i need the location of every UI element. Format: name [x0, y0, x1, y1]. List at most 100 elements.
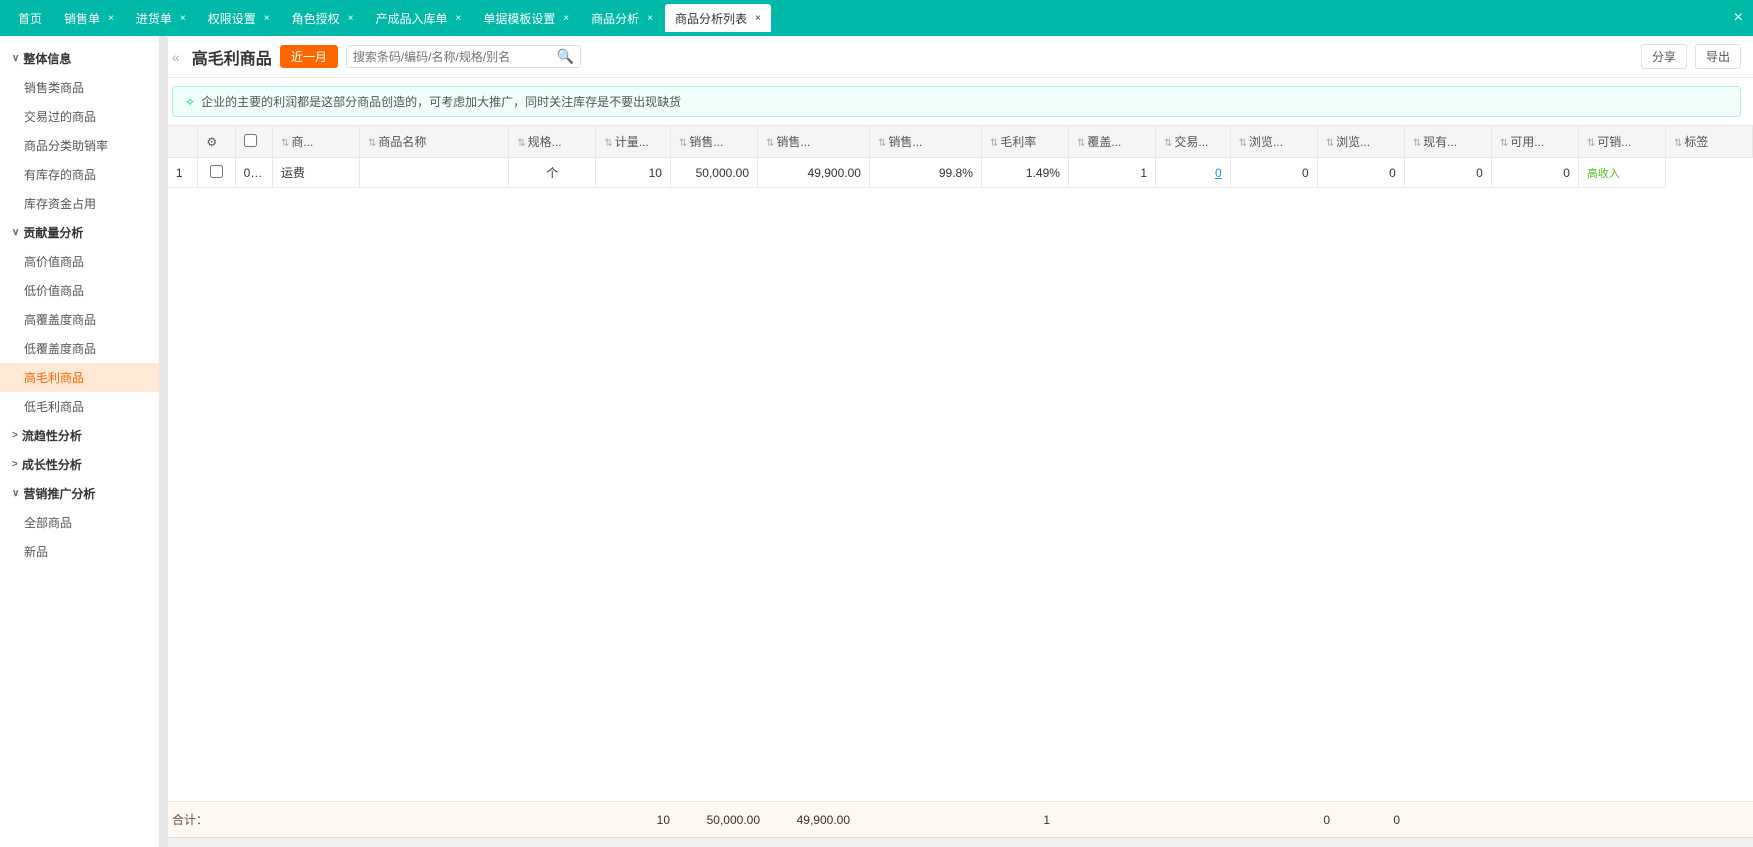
nav-tab-商品分析列表[interactable]: 商品分析列表×: [665, 4, 771, 32]
col-sort-icon[interactable]: ⇅: [1239, 138, 1247, 149]
sidebar-item-库存资金占用[interactable]: 库存资金占用: [0, 189, 159, 218]
nav-tab-label: 单据模板设置: [483, 10, 555, 27]
nav-tab-label: 首页: [18, 10, 42, 27]
sidebar-group-流趋性分析[interactable]: >流趋性分析: [0, 421, 159, 450]
bottom-scrollbar[interactable]: [160, 837, 1753, 847]
search-icon[interactable]: 🔍: [557, 48, 574, 65]
tab-close-icon[interactable]: ×: [264, 13, 270, 24]
col-sort-icon[interactable]: ⇅: [1326, 138, 1334, 149]
settings-icon[interactable]: ⚙: [206, 135, 217, 149]
nav-tab-首页[interactable]: 首页: [8, 4, 52, 32]
sidebar-item-高覆盖度商品[interactable]: 高覆盖度商品: [0, 305, 159, 334]
sidebar-group-整体信息[interactable]: ∨ 整体信息: [0, 44, 159, 73]
collapse-sidebar-button[interactable]: «: [172, 49, 180, 65]
col-header-settings[interactable]: ⚙: [198, 126, 235, 158]
footer-cell: [258, 813, 288, 827]
period-last-month-button[interactable]: 近一月: [280, 45, 338, 68]
nav-tab-商品分析[interactable]: 商品分析 ×: [581, 4, 663, 32]
table-container[interactable]: ⚙⇅商...⇅商品名称⇅规格...⇅计量...⇅销售...⇅销售...⇅销售..…: [160, 125, 1753, 801]
table-row[interactable]: 10000...运费个1050,000.0049,900.0099.8%1.49…: [161, 158, 1753, 188]
browse-link[interactable]: 0: [1215, 166, 1222, 180]
sidebar-item-销售类商品[interactable]: 销售类商品: [0, 73, 159, 102]
cell-sales_amount: 50,000.00: [670, 158, 757, 188]
col-header-trade: ⇅交易...: [1156, 126, 1231, 158]
tab-close-icon[interactable]: ×: [455, 13, 461, 24]
tab-close-icon[interactable]: ×: [647, 13, 653, 24]
sidebar-item-低价值商品[interactable]: 低价值商品: [0, 276, 159, 305]
group-label: 整体信息: [23, 50, 71, 67]
export-button[interactable]: 导出: [1695, 44, 1741, 69]
group-arrow-icon: ∨: [12, 53, 19, 64]
tab-close-icon[interactable]: ×: [180, 13, 186, 24]
nav-tab-产成品入库单[interactable]: 产成品入库单×: [365, 4, 471, 32]
col-sort-icon[interactable]: ⇅: [368, 138, 376, 149]
sidebar-item-有库存的商品[interactable]: 有库存的商品: [0, 160, 159, 189]
col-sort-icon[interactable]: ⇅: [1413, 138, 1421, 149]
footer-cell: [1198, 813, 1268, 827]
tab-close-icon[interactable]: ×: [755, 13, 761, 24]
col-sort-icon[interactable]: ⇅: [1164, 138, 1172, 149]
tab-close-icon[interactable]: ×: [563, 13, 569, 24]
col-sort-icon[interactable]: ⇅: [1077, 138, 1085, 149]
col-sort-icon[interactable]: ⇅: [1500, 138, 1508, 149]
sidebar-item-商品分类助销率[interactable]: 商品分类助销率: [0, 131, 159, 160]
tab-close-icon[interactable]: ×: [108, 13, 114, 24]
col-sort-icon[interactable]: ⇅: [766, 138, 774, 149]
col-header-checkbox[interactable]: [235, 126, 272, 158]
cell-checkbox[interactable]: [198, 158, 235, 188]
search-box: 🔍: [346, 45, 581, 68]
table-body: 10000...运费个1050,000.0049,900.0099.8%1.49…: [161, 158, 1753, 188]
col-header-gross_margin: ⇅毛利率: [981, 126, 1068, 158]
footer-cell: 0: [1338, 813, 1408, 827]
sidebar-item-新品[interactable]: 新品: [0, 537, 159, 566]
cell-coverage: 1.49%: [981, 158, 1068, 188]
sidebar-group-贡献量分析[interactable]: ∨贡献量分析: [0, 218, 159, 247]
sidebar-item-高价值商品[interactable]: 高价值商品: [0, 247, 159, 276]
page-title: 高毛利商品: [192, 45, 272, 69]
col-sort-icon[interactable]: ⇅: [1674, 138, 1682, 149]
cell-tag: 高收入: [1578, 158, 1665, 188]
nav-tab-label: 商品分析: [591, 10, 639, 27]
nav-tab-角色授权[interactable]: 角色授权×: [282, 4, 364, 32]
close-all-button[interactable]: ×: [1734, 9, 1743, 27]
select-all-checkbox[interactable]: [244, 134, 257, 147]
top-navigation: 首页销售单×进货单×权限设置×角色授权×产成品入库单×单据模板设置×商品分析×商…: [0, 0, 1753, 36]
sidebar-group-成长性分析[interactable]: >成长性分析: [0, 450, 159, 479]
group-arrow-icon: ∨: [12, 227, 19, 238]
main-layout: ∨ 整体信息销售类商品交易过的商品商品分类助销率有库存的商品库存资金占用∨贡献量分…: [0, 36, 1753, 847]
sidebar-item-高毛利商品[interactable]: 高毛利商品: [0, 363, 159, 392]
sidebar-item-低毛利商品[interactable]: 低毛利商品: [0, 392, 159, 421]
search-input[interactable]: [353, 50, 553, 64]
sidebar-item-交易过的商品[interactable]: 交易过的商品: [0, 102, 159, 131]
sidebar: ∨ 整体信息销售类商品交易过的商品商品分类助销率有库存的商品库存资金占用∨贡献量分…: [0, 36, 160, 847]
sidebar-item-全部商品[interactable]: 全部商品: [0, 508, 159, 537]
cell-trade: 1: [1068, 158, 1155, 188]
cell-sales_qty: 10: [596, 158, 671, 188]
col-header-name: ⇅商品名称: [360, 126, 509, 158]
footer-cell: 10: [608, 813, 678, 827]
footer-cell: [358, 813, 478, 827]
nav-tab-销售单[interactable]: 销售单×: [54, 4, 124, 32]
sidebar-item-低覆盖度商品[interactable]: 低覆盖度商品: [0, 334, 159, 363]
row-checkbox[interactable]: [210, 165, 223, 178]
tab-close-icon[interactable]: ×: [348, 13, 354, 24]
col-sort-icon[interactable]: ⇅: [990, 138, 998, 149]
col-sort-icon[interactable]: ⇅: [604, 138, 612, 149]
col-sort-icon[interactable]: ⇅: [1587, 138, 1595, 149]
nav-tab-单据模板设置[interactable]: 单据模板设置 ×: [473, 4, 579, 32]
footer-cell: [928, 813, 998, 827]
cell-gross_margin: 99.8%: [869, 158, 981, 188]
col-sort-icon[interactable]: ⇅: [679, 138, 687, 149]
sidebar-collapse-button[interactable]: [160, 36, 168, 847]
footer-values: 1050,000.0049,900.00100: [228, 813, 1741, 827]
col-sort-icon[interactable]: ⇅: [281, 138, 289, 149]
share-button[interactable]: 分享: [1641, 44, 1687, 69]
nav-tab-权限设置[interactable]: 权限设置×: [198, 4, 280, 32]
group-arrow-icon: >: [12, 430, 18, 441]
col-sort-icon[interactable]: ⇅: [878, 138, 886, 149]
nav-tab-进货单[interactable]: 进货单×: [126, 4, 196, 32]
col-sort-icon[interactable]: ⇅: [517, 138, 525, 149]
col-header-code: ⇅商...: [272, 126, 359, 158]
sidebar-group-营销推广分析[interactable]: ∨营销推广分析: [0, 479, 159, 508]
col-header-coverage: ⇅覆盖...: [1068, 126, 1155, 158]
